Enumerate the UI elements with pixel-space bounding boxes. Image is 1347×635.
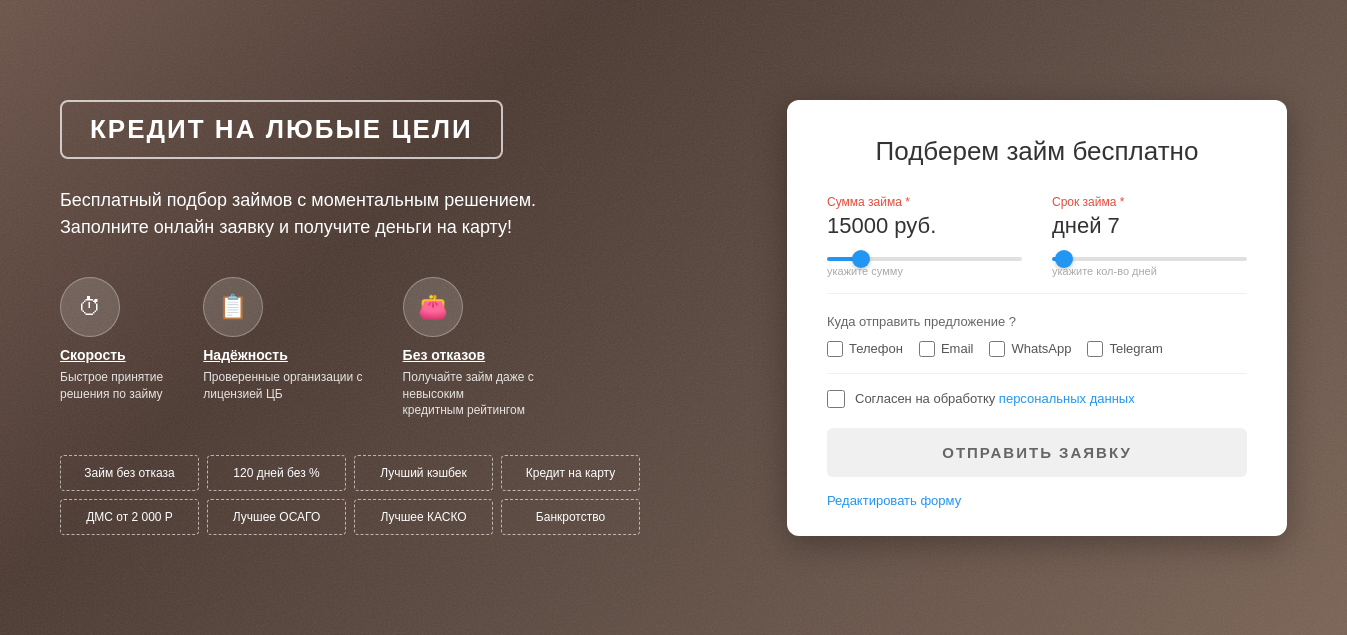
send-telegram-label: Telegram bbox=[1109, 341, 1162, 356]
consent-text: Согласен на обработку персональных данны… bbox=[855, 391, 1135, 406]
consent-row: Согласен на обработку персональных данны… bbox=[827, 390, 1247, 408]
no-refusal-icon: 👛 bbox=[403, 277, 463, 337]
send-to-section: Куда отправить предложение ? Телефон Ema… bbox=[827, 314, 1247, 357]
tag-osago[interactable]: Лучшее ОСАГО bbox=[207, 499, 346, 535]
page-wrapper: КРЕДИТ НА ЛЮБЫЕ ЦЕЛИ Бесплатный подбор з… bbox=[0, 0, 1347, 635]
tag-no-refusal[interactable]: Займ без отказа bbox=[60, 455, 199, 491]
loan-form: Подберем займ бесплатно Сумма займа * 15… bbox=[787, 100, 1287, 536]
divider-2 bbox=[827, 373, 1247, 374]
hero-subtitle: Бесплатный подбор займов с моментальным … bbox=[60, 187, 700, 241]
feature-reliability-title[interactable]: Надёжность bbox=[203, 347, 288, 363]
tag-kasko[interactable]: Лучшее КАСКО bbox=[354, 499, 493, 535]
hero-title-box: КРЕДИТ НА ЛЮБЫЕ ЦЕЛИ bbox=[60, 100, 503, 159]
tag-bankruptcy[interactable]: Банкротство bbox=[501, 499, 640, 535]
tag-120-days[interactable]: 120 дней без % bbox=[207, 455, 346, 491]
left-section: КРЕДИТ НА ЛЮБЫЕ ЦЕЛИ Бесплатный подбор з… bbox=[60, 100, 700, 535]
loan-term-value: дней 7 bbox=[1052, 213, 1247, 239]
feature-no-refusal: 👛 Без отказов Получайте займ даже с невы… bbox=[403, 277, 563, 419]
send-email-checkbox[interactable] bbox=[919, 341, 935, 357]
send-phone-checkbox[interactable] bbox=[827, 341, 843, 357]
send-whatsapp-checkbox[interactable] bbox=[989, 341, 1005, 357]
form-title: Подберем займ бесплатно bbox=[827, 136, 1247, 167]
send-whatsapp-label: WhatsApp bbox=[1011, 341, 1071, 356]
features-row: ⏱ Скорость Быстрое принятие решения по з… bbox=[60, 277, 700, 419]
send-option-telegram[interactable]: Telegram bbox=[1087, 341, 1162, 357]
consent-link[interactable]: персональных данных bbox=[999, 391, 1135, 406]
send-phone-label: Телефон bbox=[849, 341, 903, 356]
consent-checkbox[interactable] bbox=[827, 390, 845, 408]
divider-1 bbox=[827, 293, 1247, 294]
feature-reliability-desc: Проверенные организации с лицензией ЦБ bbox=[203, 369, 362, 403]
loan-amount-label: Сумма займа * bbox=[827, 195, 1022, 209]
hero-title: КРЕДИТ НА ЛЮБЫЕ ЦЕЛИ bbox=[90, 114, 473, 145]
send-option-whatsapp[interactable]: WhatsApp bbox=[989, 341, 1071, 357]
send-option-email[interactable]: Email bbox=[919, 341, 974, 357]
loan-amount-group: Сумма займа * 15000 руб. укажите сумму bbox=[827, 195, 1022, 277]
feature-speed: ⏱ Скорость Быстрое принятие решения по з… bbox=[60, 277, 163, 419]
tags-grid: Займ без отказа 120 дней без % Лучший кэ… bbox=[60, 455, 640, 535]
tag-cashback[interactable]: Лучший кэшбек bbox=[354, 455, 493, 491]
sliders-row: Сумма займа * 15000 руб. укажите сумму С… bbox=[827, 195, 1247, 277]
loan-amount-value: 15000 руб. bbox=[827, 213, 1022, 239]
loan-amount-slider[interactable] bbox=[827, 257, 1022, 261]
edit-form-link[interactable]: Редактировать форму bbox=[827, 493, 1247, 508]
feature-no-refusal-desc: Получайте займ даже с невысоким кредитны… bbox=[403, 369, 563, 419]
reliability-icon: 📋 bbox=[203, 277, 263, 337]
loan-term-label: Срок займа * bbox=[1052, 195, 1247, 209]
feature-speed-title[interactable]: Скорость bbox=[60, 347, 126, 363]
feature-no-refusal-title[interactable]: Без отказов bbox=[403, 347, 486, 363]
feature-reliability: 📋 Надёжность Проверенные организации с л… bbox=[203, 277, 362, 419]
speed-icon: ⏱ bbox=[60, 277, 120, 337]
submit-button[interactable]: ОТПРАВИТЬ ЗАЯВКУ bbox=[827, 428, 1247, 477]
feature-speed-desc: Быстрое принятие решения по займу bbox=[60, 369, 163, 403]
send-email-label: Email bbox=[941, 341, 974, 356]
tag-dms[interactable]: ДМС от 2 000 Р bbox=[60, 499, 199, 535]
send-option-phone[interactable]: Телефон bbox=[827, 341, 903, 357]
send-to-label: Куда отправить предложение ? bbox=[827, 314, 1247, 329]
send-telegram-checkbox[interactable] bbox=[1087, 341, 1103, 357]
tag-credit-card[interactable]: Кредит на карту bbox=[501, 455, 640, 491]
loan-term-group: Срок займа * дней 7 укажите кол-во дней bbox=[1052, 195, 1247, 277]
send-options: Телефон Email WhatsApp Telegram bbox=[827, 341, 1247, 357]
loan-term-slider[interactable] bbox=[1052, 257, 1247, 261]
